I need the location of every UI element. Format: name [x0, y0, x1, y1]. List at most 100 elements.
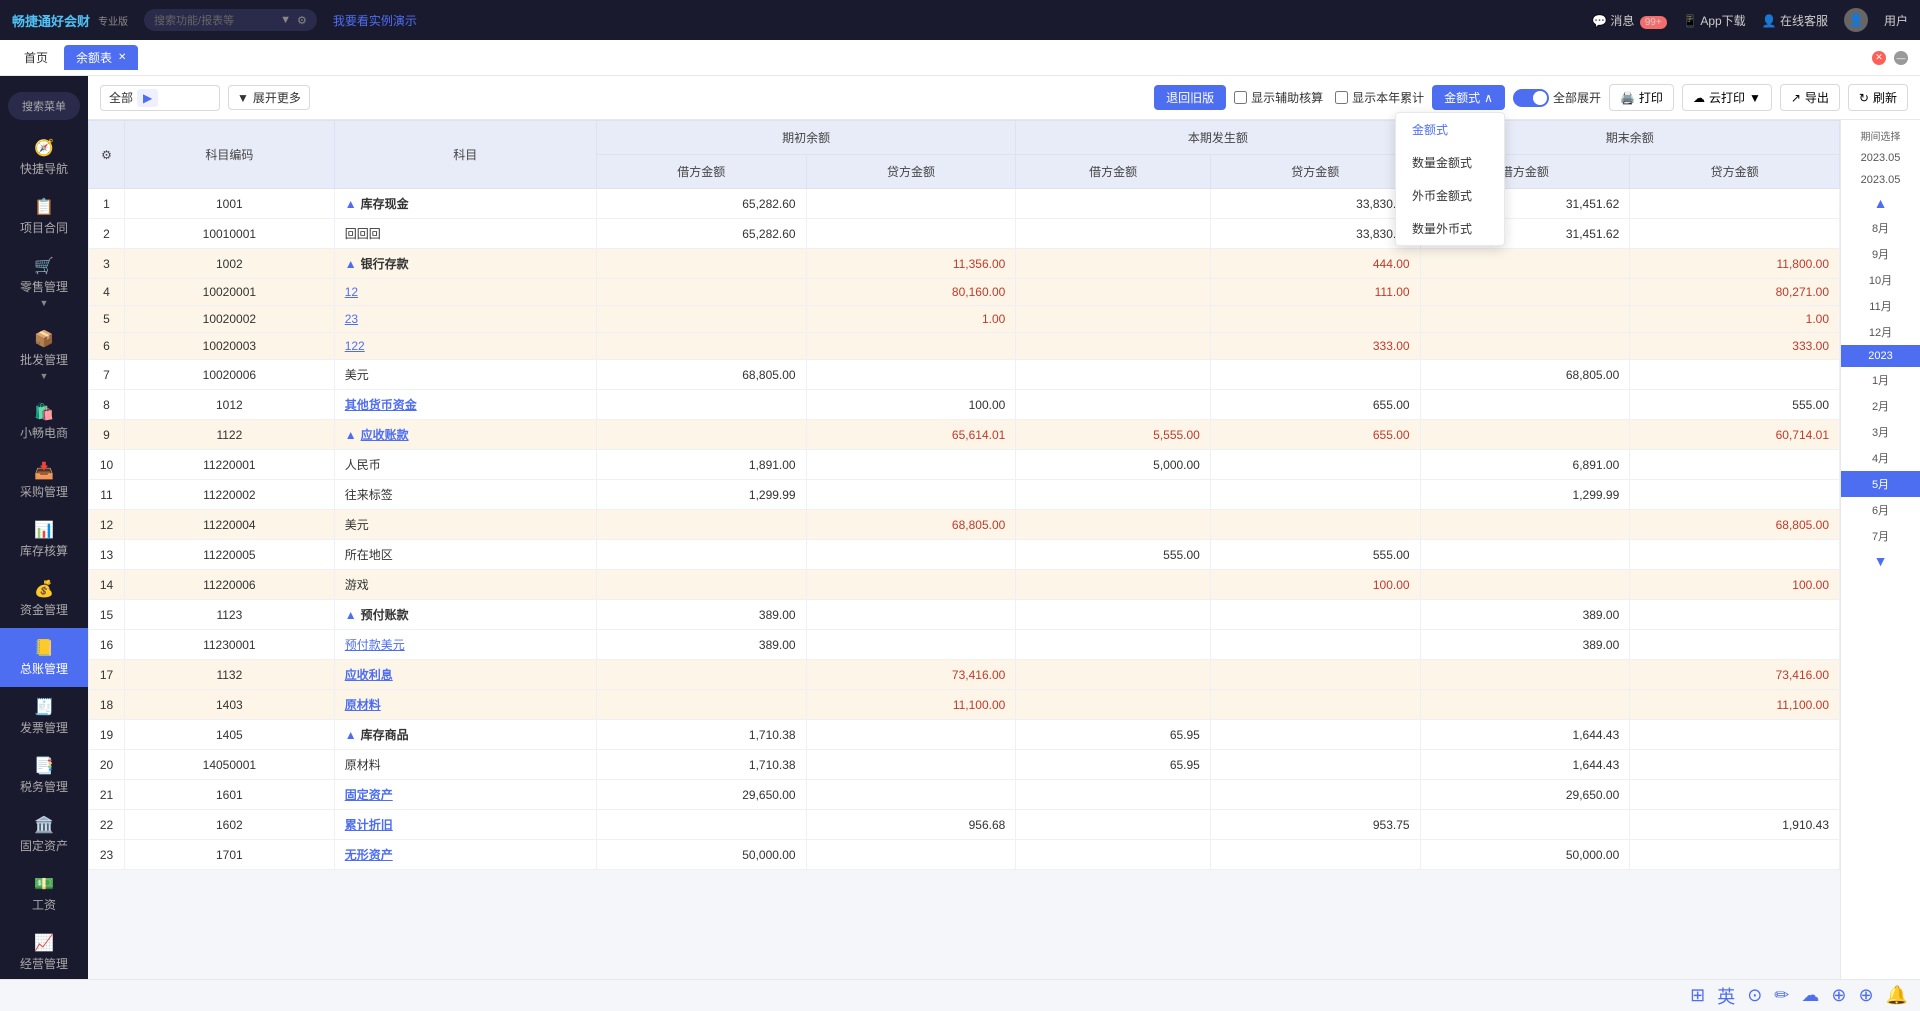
th-current-credit: 贷方金额	[1210, 155, 1420, 189]
sidebar-item-wholesale[interactable]: 📦 批发管理 ▼	[0, 319, 88, 392]
sidebar-item-purchase[interactable]: 📥 采购管理	[0, 451, 88, 510]
mode-btn[interactable]: 金额式 ∧	[1432, 85, 1505, 110]
user-avatar[interactable]: 👤	[1844, 8, 1868, 32]
show-assist-checkbox[interactable]: 显示辅助核算	[1234, 89, 1323, 106]
date-12[interactable]: 12月	[1841, 319, 1920, 345]
cell-closing-credit: 555.00	[1630, 390, 1840, 420]
cell-subject[interactable]: 原材料	[334, 690, 596, 720]
date-2[interactable]: 2月	[1841, 393, 1920, 419]
cell-subject[interactable]: 23	[334, 306, 596, 333]
sidebar-search[interactable]: 搜索菜单	[8, 92, 80, 120]
sidebar-item-invoice[interactable]: 🧾 发票管理	[0, 687, 88, 746]
cell-subject[interactable]: 12	[334, 279, 596, 306]
bottom-bell-icon[interactable]: 🔔	[1886, 985, 1908, 1006]
date-1[interactable]: 1月	[1841, 367, 1920, 393]
sidebar-item-quick-nav[interactable]: 🧭 快捷导航	[0, 128, 88, 187]
cell-subject[interactable]: 其他货币资金	[334, 390, 596, 420]
settings-icon[interactable]: ⚙	[297, 14, 307, 27]
search-bar[interactable]: 搜索功能/报表等 ▼ ⚙	[144, 9, 317, 31]
sidebar-item-tax[interactable]: 📑 税务管理	[0, 746, 88, 805]
cell-no: 1	[89, 189, 125, 219]
cell-closing-credit: 1,910.43	[1630, 810, 1840, 840]
date-11[interactable]: 11月	[1841, 293, 1920, 319]
online-service-btn[interactable]: 👤 在线客服	[1762, 12, 1828, 29]
quick-nav-icon: 🧭	[4, 138, 84, 158]
cell-subject[interactable]: 累计折旧	[334, 810, 596, 840]
sidebar-item-fund[interactable]: 💰 资金管理	[0, 569, 88, 628]
tab-yue-e-biao[interactable]: 余额表 ✕	[64, 45, 138, 70]
bottom-edit-icon[interactable]: ✏	[1774, 985, 1789, 1006]
window-min-btn[interactable]: —	[1894, 51, 1908, 65]
date-6[interactable]: 6月	[1841, 497, 1920, 523]
date-4[interactable]: 4月	[1841, 445, 1920, 471]
cell-subject[interactable]: ▲应收账款	[334, 420, 596, 450]
mode-item-qty-fx[interactable]: 数量外币式	[1396, 212, 1504, 245]
cell-subject[interactable]: 无形资产	[334, 840, 596, 870]
bottom-lang-icon[interactable]: 英	[1717, 983, 1735, 1009]
expand-btn[interactable]: ▼ 展开更多	[228, 85, 310, 110]
window-close-btn[interactable]: ✕	[1872, 51, 1886, 65]
sidebar-item-salary[interactable]: 💵 工资	[0, 864, 88, 923]
cell-subject[interactable]: 预付款美元	[334, 630, 596, 660]
bottom-add2-icon[interactable]: ⊕	[1858, 985, 1873, 1006]
print-btn[interactable]: 🖨️ 打印	[1609, 84, 1674, 111]
date-2023-05-2[interactable]: 2023.05	[1841, 169, 1920, 191]
demo-link[interactable]: 我要看实例演示	[333, 12, 417, 29]
cell-current-debit	[1016, 660, 1211, 690]
show-ytd-checkbox[interactable]: 显示本年累计	[1335, 89, 1424, 106]
cell-no: 5	[89, 306, 125, 333]
message-btn[interactable]: 💬 消息 99+	[1592, 12, 1667, 29]
sidebar-item-ecommerce[interactable]: 🛍️ 小畅电商	[0, 392, 88, 451]
bottom-target-icon[interactable]: ⊙	[1747, 985, 1762, 1006]
cell-subject[interactable]: 应收利息	[334, 660, 596, 690]
cell-closing-debit: 68,805.00	[1420, 360, 1630, 390]
mode-item-qty-amount[interactable]: 数量金额式	[1396, 146, 1504, 179]
sidebar-item-ledger[interactable]: 📒 总账管理	[0, 628, 88, 687]
cell-closing-credit: 73,416.00	[1630, 660, 1840, 690]
date-9[interactable]: 9月	[1841, 241, 1920, 267]
export-btn[interactable]: ↗ 导出	[1780, 84, 1840, 111]
th-closing-credit: 贷方金额	[1630, 155, 1840, 189]
search-arrow-btn[interactable]: ▶	[137, 89, 158, 107]
cell-subject[interactable]: 122	[334, 333, 596, 360]
mode-item-amount[interactable]: 金额式	[1396, 113, 1504, 146]
bottom-grid-icon[interactable]: ⊞	[1690, 985, 1705, 1006]
date-2023-05[interactable]: 2023.05	[1841, 147, 1920, 169]
mode-item-fx-amount[interactable]: 外币金额式	[1396, 179, 1504, 212]
cell-code: 1012	[125, 390, 335, 420]
bottom-add-icon[interactable]: ⊕	[1831, 985, 1846, 1006]
sidebar-item-assets[interactable]: 🏛️ 固定资产	[0, 805, 88, 864]
date-3[interactable]: 3月	[1841, 419, 1920, 445]
cloud-print-btn[interactable]: ☁ 云打印 ▼	[1682, 84, 1772, 111]
date-nav-up[interactable]: ▲	[1870, 191, 1892, 215]
app-download-btn[interactable]: 📱 App下载	[1683, 12, 1746, 29]
sidebar-item-project[interactable]: 📋 项目合同	[0, 187, 88, 246]
refresh-btn[interactable]: ↻ 刷新	[1848, 84, 1908, 111]
date-5-active[interactable]: 5月	[1841, 471, 1920, 497]
cell-code: 14050001	[125, 750, 335, 780]
operations-icon: 📈	[4, 933, 84, 953]
cell-closing-debit	[1420, 333, 1630, 360]
cell-closing-debit	[1420, 420, 1630, 450]
dropdown-icon[interactable]: ▼	[280, 14, 291, 26]
toggle-switch[interactable]	[1513, 89, 1549, 107]
date-8[interactable]: 8月	[1841, 215, 1920, 241]
cell-subject: ▲库存商品	[334, 720, 596, 750]
tab-home[interactable]: 首页	[12, 45, 60, 70]
cell-subject[interactable]: 固定资产	[334, 780, 596, 810]
date-10[interactable]: 10月	[1841, 267, 1920, 293]
return-old-version-btn[interactable]: 退回旧版	[1154, 85, 1226, 110]
sidebar-item-retail[interactable]: 🛒 零售管理 ▼	[0, 246, 88, 319]
date-nav-down[interactable]: ▼	[1870, 549, 1892, 573]
th-settings[interactable]: ⚙	[89, 121, 125, 189]
cell-no: 12	[89, 510, 125, 540]
cell-subject: 游戏	[334, 570, 596, 600]
tab-close-icon[interactable]: ✕	[118, 52, 126, 63]
bottom-cloud-icon[interactable]: ☁	[1801, 985, 1819, 1006]
sidebar-item-inventory[interactable]: 📊 库存核算	[0, 510, 88, 569]
cell-closing-credit	[1630, 720, 1840, 750]
date-7[interactable]: 7月	[1841, 523, 1920, 549]
app-version: 专业版	[98, 13, 128, 28]
sidebar-item-operations[interactable]: 📈 经营管理	[0, 923, 88, 979]
date-2023[interactable]: 2023	[1841, 345, 1920, 367]
